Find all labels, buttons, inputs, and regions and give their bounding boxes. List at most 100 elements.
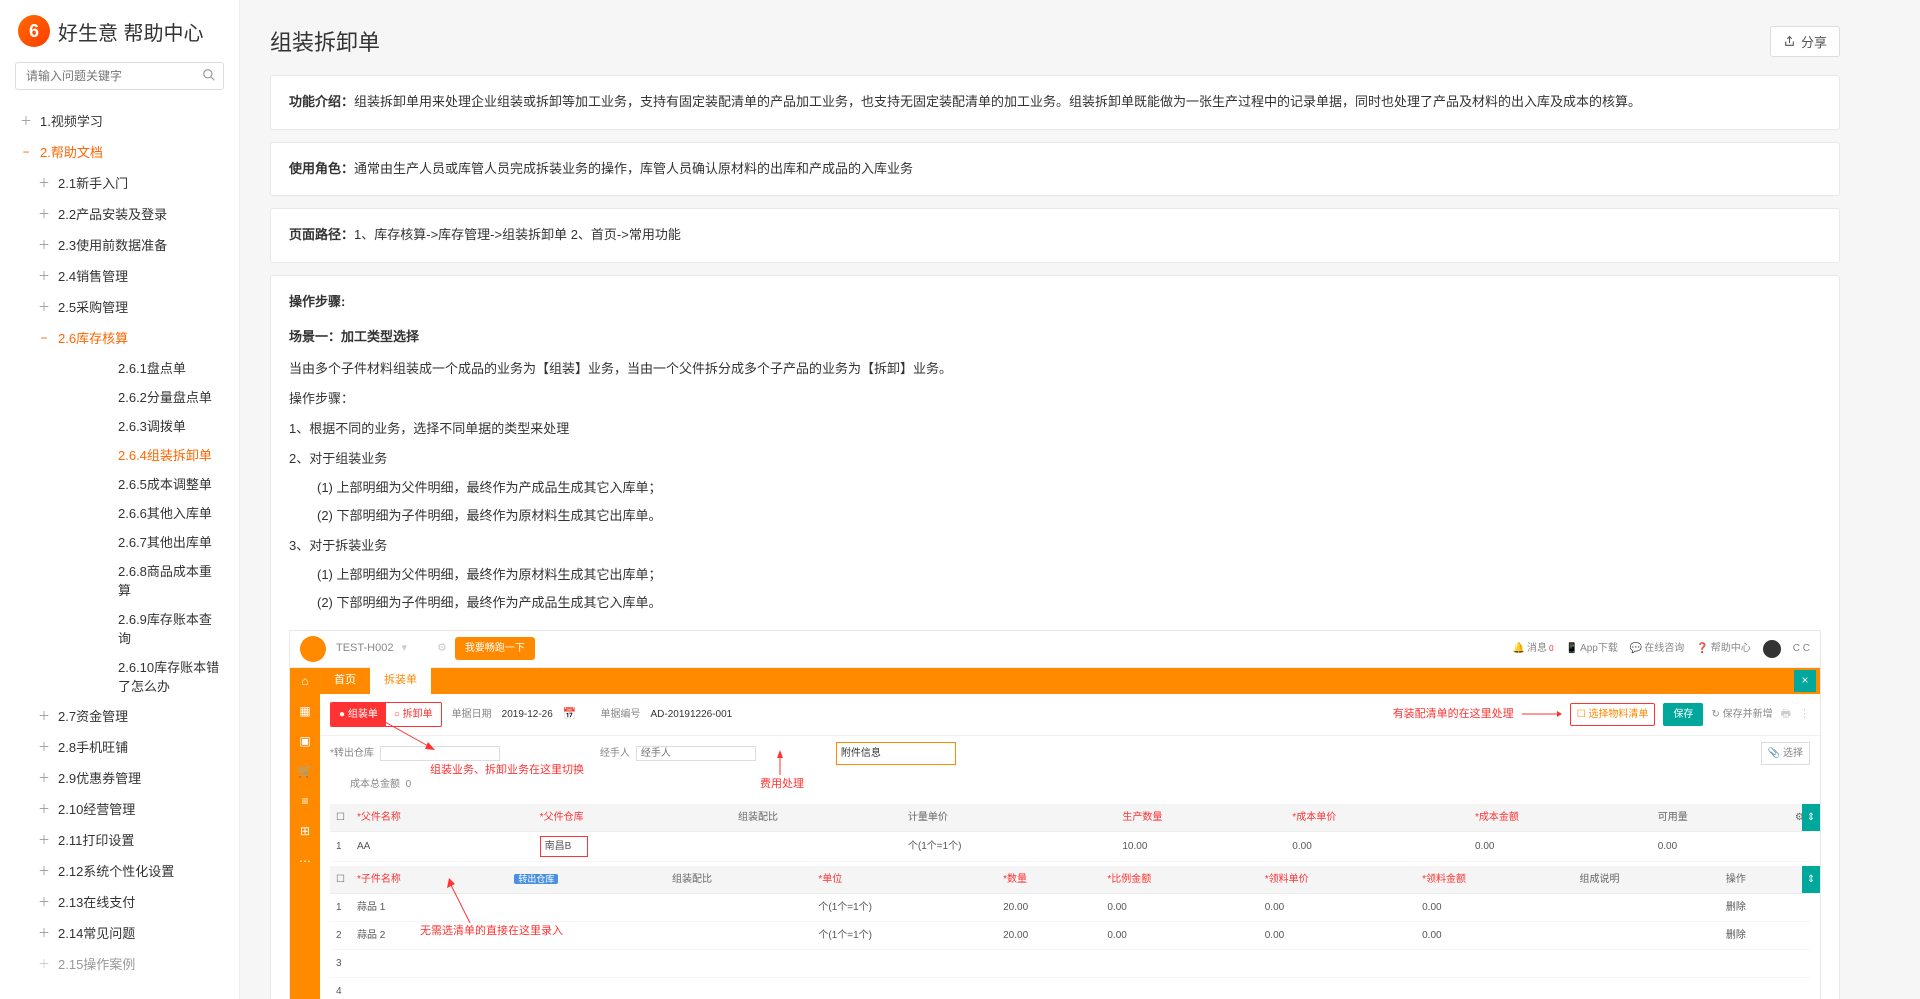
th-pp: *领料单价 [1259,866,1416,894]
nav-leaf-2-6-4[interactable]: 2.6.4组装拆卸单 [64,440,229,469]
plus-icon: ＋ [36,801,52,817]
nav-item-2-12[interactable]: ＋2.12系统个性化设置 [28,855,229,886]
nav-leaf-2-6-9[interactable]: 2.6.9库存账本查询 [64,604,229,652]
nav-leaf-2-6-10[interactable]: 2.6.10库存账本错了怎么办 [64,652,229,700]
nav-label: 2.15操作案例 [58,954,135,973]
nav-leaf-2-6-5[interactable]: 2.6.5成本调整单 [64,469,229,498]
close-icon: × [1794,670,1816,692]
mock-radio-disassemble: ○ 拆卸单 [386,703,441,726]
mock-child-table: ☐ *子件名称 转出仓库 组装配比 *单位 *数量 *比例金额 *领料单价 *领… [320,866,1820,999]
minus-icon: − [36,330,52,346]
nav-item-2-3[interactable]: ＋2.3使用前数据准备 [28,229,229,260]
step-1: 1、根据不同的业务，选择不同单据的类型来处理 [289,417,1821,442]
plus-icon: ＋ [36,299,52,315]
plus-icon: ＋ [18,113,34,129]
more-icon: ⋮ [1799,704,1810,725]
nav-item-2-6[interactable]: −2.6库存核算 [28,322,229,353]
th-rm: 组成说明 [1573,866,1719,894]
main-content: 组装拆卸单 分享 功能介绍：组装拆卸单用来处理企业组装或拆卸等加工业务，支持有固… [240,0,1920,999]
sidebar: 6 好生意 帮助中心 ＋1.视频学习 −2.帮助文档 ＋2.1新手入门 ＋2.2… [0,0,240,999]
table-row: 1 AA 南昌B 个(1个=1个) 10.00 0.00 0.00 0.00 [330,831,1810,861]
share-button[interactable]: 分享 [1770,26,1840,57]
nav-label: 2.14常见问题 [58,923,135,942]
table-row: 1蒜品 1个(1个=1个)20.000.000.000.00删除 [330,893,1810,921]
mock-doc-value: AD-20191226-001 [651,705,733,724]
nav-item-2-9[interactable]: ＋ 2.9优惠券管理 [28,762,229,793]
scene-1-desc: 当由多个子件材料组装成一个成品的业务为【组装】业务，当由一个父件拆分成多个子产品… [289,357,1821,382]
nav-item-2-11[interactable]: ＋2.11打印设置 [28,824,229,855]
nav-item-2-10[interactable]: ＋2.10经营管理 [28,793,229,824]
search-icon[interactable] [202,68,216,85]
plus-icon: ＋ [36,894,52,910]
th-unit: *单位 [812,866,997,894]
nav-item-2-5[interactable]: ＋ 2.5采购管理 [28,291,229,322]
nav-item-2-15[interactable]: ＋2.15操作案例 [28,948,229,979]
mock-bom-button: ☐ 选择物料清单 [1570,703,1656,726]
mock-type-radio: ● 组装单 ○ 拆卸单 [330,702,442,727]
tool-icon: ⇕ [1807,870,1815,889]
page-header: 组装拆卸单 分享 [270,25,1840,57]
share-label: 分享 [1801,32,1827,51]
step-3a: (1) 上部明细为父件明细，最终作为原材料生成其它出库单； [317,563,1821,588]
mock-cost-label: 成本总金额 [350,779,400,790]
step-2: 2、对于组装业务 [289,447,1821,472]
nav-item-2-7[interactable]: ＋2.7资金管理 [28,700,229,731]
role-text: 通常由生产人员或库管人员完成拆装业务的操作，库管人员确认原材料的出库和产成品的入… [354,161,913,176]
step-2a: (1) 上部明细为父件明细，最终作为产成品生成其它入库单； [317,476,1821,501]
avatar-icon [1763,640,1781,658]
nav-leaf-2-6-2[interactable]: 2.6.2分量盘点单 [64,382,229,411]
logo: 6 好生意 帮助中心 [0,15,239,62]
nav-leaf-2-6-8[interactable]: 2.6.8商品成本重算 [64,556,229,604]
nav-leaf-2-6-1[interactable]: 2.6.1盘点单 [64,353,229,382]
search-input[interactable] [15,62,224,90]
print-icon: 🖶 [1781,704,1791,725]
path-label: 页面路径： [289,227,354,242]
nav-label: 2.8手机旺铺 [58,737,128,756]
mock-wh-input [380,746,500,761]
mock-topbar: TEST-H002 ▾ ⚙ 我要畅跑一下 🔔 消息0 📱 App下载 💬 在线咨… [290,631,1820,668]
mock-save-button: 保存 [1663,703,1703,726]
nav-item-2-2[interactable]: ＋2.2产品安装及登录 [28,198,229,229]
annotation-list: 有装配清单的在这里处理 [1393,704,1514,725]
screenshot-mock: TEST-H002 ▾ ⚙ 我要畅跑一下 🔔 消息0 📱 App下载 💬 在线咨… [289,630,1821,999]
minus-icon: − [18,144,34,160]
intro-card: 功能介绍：组装拆卸单用来处理企业组装或拆卸等加工业务，支持有固定装配清单的产品加… [270,75,1840,130]
nav-label: 2.9优惠券管理 [58,768,141,787]
mock-op-label: 经手人 [600,744,630,763]
th-pa: *领料金额 [1416,866,1573,894]
mock-wh-label: *转出仓库 [330,744,374,763]
nav-item-2-8[interactable]: ＋2.8手机旺铺 [28,731,229,762]
mock-sidenav: ⌂ ▦ ▣ 🛒 ≡ ⊞ ⋯ [290,668,320,999]
mock-date-value: 2019-12-26 [502,705,553,724]
step-2b: (2) 下部明细为子件明细，最终作为原材料生成其它出库单。 [317,504,1821,529]
th-ra: *比例金额 [1101,866,1258,894]
path-text: 1、库存核算->库存管理->组装拆卸单 2、首页->常用功能 [354,227,681,242]
nav-item-2-4[interactable]: ＋2.4销售管理 [28,260,229,291]
nav-leaf-2-6-7[interactable]: 2.6.7其他出库单 [64,527,229,556]
mock-form-row: *转出仓库 经手人 附件信息 📎 选择 [320,736,1820,771]
search-box [15,62,224,90]
th-ca: *成本金额 [1469,804,1652,832]
nav-item-2-13[interactable]: ＋2.13在线支付 [28,886,229,917]
nav-leaf-2-6-6[interactable]: 2.6.6其他入库单 [64,498,229,527]
nav-leaf-2-6-3[interactable]: 2.6.3调拨单 [64,411,229,440]
th-bom: 组装配比 [732,804,902,832]
nav-item-2-14[interactable]: ＋ 2.14常见问题 [28,917,229,948]
more-icon: ⋯ [297,854,313,870]
mock-cost-row: 成本总金额 0 组装业务、拆卸业务在这里切换 费用处理 [320,771,1820,804]
nav-label: 2.11打印设置 [58,830,134,849]
nav-label: 2.5采购管理 [58,297,128,316]
mock-user: C C [1793,639,1810,658]
nav-item-2-1[interactable]: ＋ 2.1新手入门 [28,167,229,198]
steps-card: 操作步骤: 场景一：加工类型选择 当由多个子件材料组装成一个成品的业务为【组装】… [270,275,1840,999]
cart-icon: 🛒 [297,764,313,780]
plus-icon: ＋ [36,770,52,786]
annotation-fee: 费用处理 [760,774,804,795]
plus-icon: ＋ [36,925,52,941]
nav-item-docs[interactable]: −2.帮助文档 [10,136,229,167]
nav-label: 2.2产品安装及登录 [58,204,167,223]
plus-icon: ＋ [36,175,52,191]
nav-label: 2.1新手入门 [58,173,128,192]
nav-item-video[interactable]: ＋ 1.视频学习 [10,105,229,136]
nav-label: 1.视频学习 [40,111,103,130]
